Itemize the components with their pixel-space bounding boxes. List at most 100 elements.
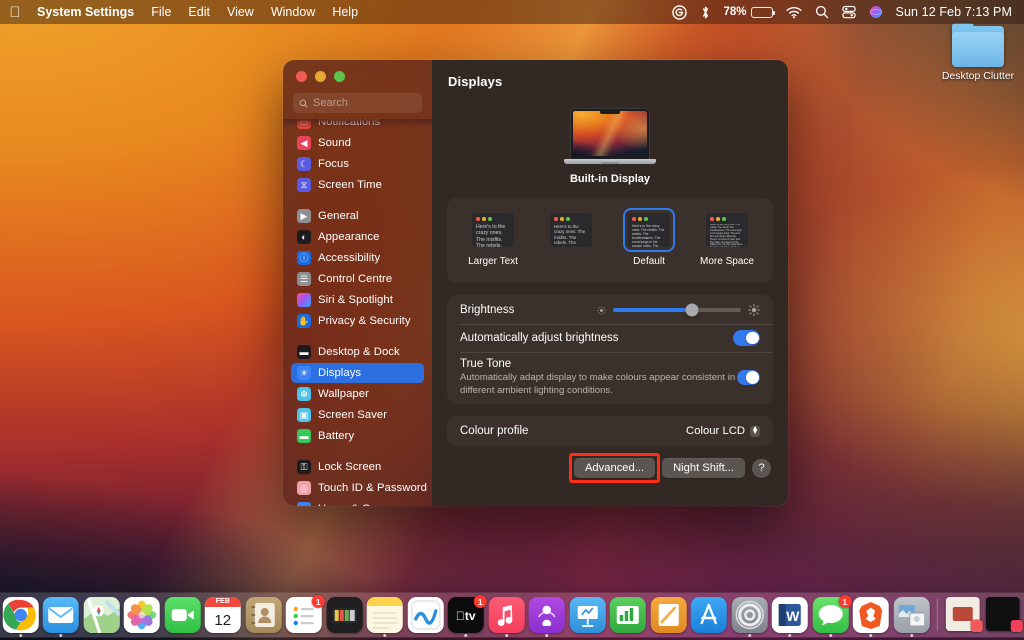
sidebar-item-label: Control Centre [318, 273, 393, 285]
dock-badge: 1 [838, 595, 852, 608]
battery-icon [750, 6, 775, 18]
pages-icon [650, 597, 687, 633]
sidebar-item-general[interactable]: ▶ General [291, 206, 424, 226]
dock-item-appstore[interactable] [690, 597, 727, 633]
true-tone-toggle[interactable] [736, 369, 760, 386]
sidebar-scroll-area[interactable]: ▭Notifications◀Sound☾Focus⧖Screen Time▶G… [283, 119, 432, 506]
sidebar-item-displays[interactable]: ☀ Displays [291, 363, 424, 383]
dock-item-photos[interactable] [123, 597, 160, 633]
menu-item-help[interactable]: Help [332, 5, 358, 19]
dock-item-numbers[interactable] [609, 597, 646, 633]
dock-item-preview[interactable] [893, 597, 930, 637]
sun-large-icon [748, 304, 760, 316]
sidebar-item-appearance[interactable]: ◐ Appearance [291, 227, 424, 247]
menu-item-edit[interactable]: Edit [188, 5, 210, 19]
apple-logo-icon[interactable]:  [8, 4, 22, 20]
dock-item-system-settings[interactable] [731, 597, 768, 637]
sidebar-item-screen-time[interactable]: ⧖ Screen Time [291, 175, 424, 195]
sidebar-item-desktop-dock[interactable]: ▬ Desktop & Dock [291, 342, 424, 362]
sidebar-item-users-groups[interactable]: ⛟ Users & Groups [291, 499, 424, 506]
dock-item-appletv[interactable]: tv1 [447, 595, 487, 637]
dock-item-brave[interactable] [852, 597, 889, 637]
colour-profile-dropdown[interactable]: Colour LCD ▲ ▼ [686, 425, 760, 437]
window-traffic-lights [283, 60, 432, 90]
dock-item-mail[interactable] [42, 597, 79, 637]
podcasts-icon [528, 597, 565, 633]
search-icon[interactable] [815, 4, 829, 20]
grammarly-icon[interactable] [671, 4, 687, 20]
brightness-track[interactable] [613, 303, 741, 317]
sidebar-item-label: Desktop & Dock [318, 346, 400, 358]
resolution-scaler-group: Here's to the crazy ones. The misfits. T… [448, 199, 772, 282]
auto-brightness-toggle[interactable] [733, 330, 760, 346]
resolution-option-more-space[interactable]: Here's to the crazy ones. The misfits. T… [688, 210, 766, 267]
sidebar-item-accessibility[interactable]: ⓘ Accessibility [291, 248, 424, 268]
sidebar-item-label: General [318, 210, 359, 222]
minimised-window-music[interactable] [985, 597, 1023, 633]
mail-icon [42, 597, 79, 633]
dock-item-music[interactable] [488, 597, 525, 637]
brightness-knob[interactable] [685, 303, 699, 317]
dock-item-facetime[interactable] [164, 597, 201, 633]
sidebar-item-control-centre[interactable]: ☰ Control Centre [291, 269, 424, 289]
dock-item-messages[interactable]: 1 [812, 595, 852, 637]
sidebar-item-label: Appearance [318, 231, 380, 243]
dock-item-notes[interactable] [366, 597, 403, 637]
dock-item-contacts[interactable] [245, 597, 282, 633]
desktop-folder-desktop-clutter[interactable]: Desktop Clutter [940, 23, 1016, 82]
dock-item-freeform[interactable] [407, 597, 444, 633]
sidebar-item-lock-screen[interactable]: ⚿ Lock Screen [291, 457, 424, 477]
minimise-button[interactable] [315, 71, 326, 82]
chrome-icon [2, 597, 39, 633]
sidebar-item-label: Battery [318, 430, 355, 442]
minimised-window-keynote[interactable] [945, 597, 983, 633]
control-centre-icon[interactable] [841, 4, 856, 20]
sidebar-item-focus[interactable]: ☾ Focus [291, 154, 424, 174]
wifi-icon[interactable] [785, 4, 802, 20]
sidebar-item-label: Sound [318, 137, 351, 149]
dock-separator [936, 599, 938, 631]
dock-item-keynote-dark[interactable] [326, 597, 363, 633]
resolution-option-intermediate[interactable]: Here's to the crazy ones. The misfits. T… [532, 210, 610, 275]
close-button[interactable] [296, 71, 307, 82]
built-in-display-preview[interactable]: Built-in Display [448, 109, 772, 185]
dock-item-keynote[interactable] [569, 597, 606, 633]
users-groups-icon: ⛟ [297, 502, 311, 506]
siri-icon[interactable] [869, 4, 883, 20]
sidebar-item-privacy-security[interactable]: ✋ Privacy & Security [291, 311, 424, 331]
sidebar-item-wallpaper[interactable]: ❆ Wallpaper [291, 384, 424, 404]
dock-item-word[interactable]: W [771, 597, 808, 637]
menu-bar-clock[interactable]: Sun 12 Feb 7:13 PM [896, 5, 1012, 19]
sidebar-item-siri-spotlight[interactable]: Siri & Spotlight [291, 290, 424, 310]
menu-item-view[interactable]: View [227, 5, 254, 19]
bluetooth-icon[interactable] [700, 4, 711, 20]
zoom-button[interactable] [334, 71, 345, 82]
menu-item-window[interactable]: Window [271, 5, 315, 19]
advanced-button[interactable]: Advanced... [573, 458, 656, 479]
resolution-option-default[interactable]: Here's to the crazy ones. The misfits. T… [610, 210, 688, 267]
running-indicator-dot [504, 633, 508, 637]
sidebar-item-label: Privacy & Security [318, 315, 411, 327]
battery-status[interactable]: 78% [724, 6, 775, 18]
dock-item-podcasts[interactable] [528, 597, 565, 637]
focus-icon: ☾ [297, 157, 311, 171]
resolution-option-larger-text[interactable]: Here's to the crazy ones. The misfits. T… [454, 210, 532, 267]
dock-item-reminders[interactable]: 1 [285, 595, 325, 633]
search-input[interactable]: Search [293, 93, 422, 113]
sidebar-item-battery[interactable]: ▬ Battery [291, 426, 424, 446]
dock-item-pages[interactable] [650, 597, 687, 633]
menu-item-system-settings[interactable]: System Settings [37, 5, 134, 19]
sidebar-item-sound[interactable]: ◀ Sound [291, 133, 424, 153]
sidebar-item-touch-id-password[interactable]: ◎ Touch ID & Password [291, 478, 427, 498]
night-shift-button[interactable]: Night Shift... [662, 458, 745, 479]
dock-item-chrome[interactable] [2, 597, 39, 637]
dock-item-maps[interactable] [83, 597, 120, 633]
brightness-slider[interactable] [597, 303, 760, 317]
dock-item-calendar[interactable]: FEB 12 [204, 597, 241, 633]
sidebar-item-screen-saver[interactable]: ▣ Screen Saver [291, 405, 424, 425]
help-button[interactable]: ? [752, 458, 771, 478]
appstore-icon [690, 597, 727, 633]
menu-item-file[interactable]: File [151, 5, 171, 19]
page-title: Displays [448, 74, 503, 89]
